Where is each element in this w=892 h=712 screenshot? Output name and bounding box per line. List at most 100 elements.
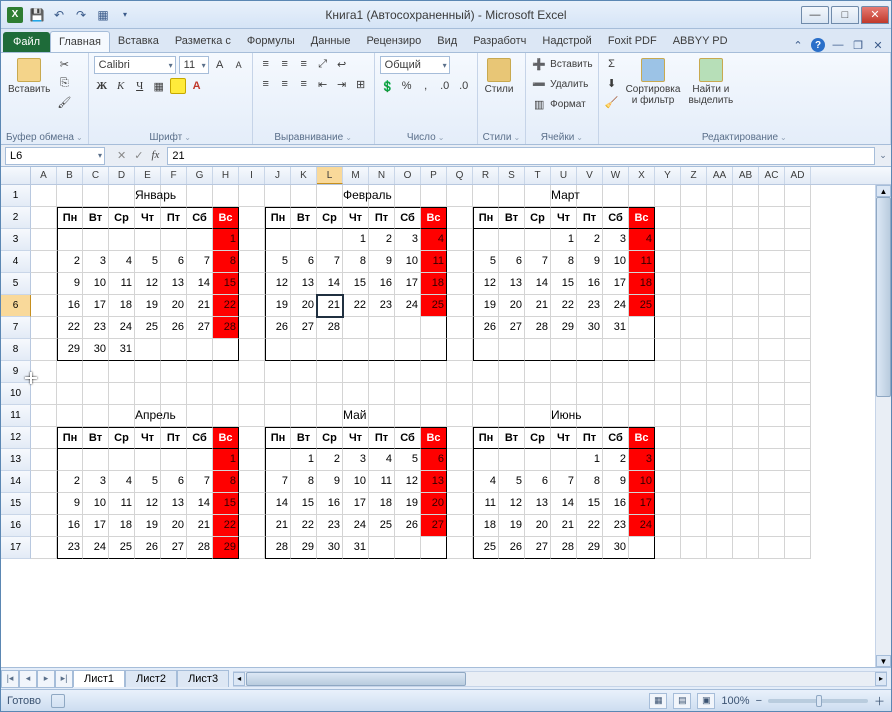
ribbon-tab[interactable]: Вид: [429, 31, 465, 52]
column-header[interactable]: H: [213, 167, 239, 184]
select-all-corner[interactable]: [1, 167, 31, 184]
cell[interactable]: Вт: [291, 427, 317, 449]
cell[interactable]: 18: [109, 515, 135, 537]
cell[interactable]: Сб: [187, 207, 213, 229]
cell[interactable]: 7: [265, 471, 291, 493]
cell[interactable]: 1: [213, 449, 239, 471]
cell[interactable]: [473, 185, 499, 207]
cell[interactable]: 13: [291, 273, 317, 295]
cell[interactable]: 6: [161, 251, 187, 273]
cell[interactable]: [733, 317, 759, 339]
cell[interactable]: [655, 361, 681, 383]
cell[interactable]: Май: [343, 405, 369, 427]
cell[interactable]: [265, 361, 291, 383]
cell[interactable]: 17: [395, 273, 421, 295]
cell[interactable]: [421, 339, 447, 361]
cell[interactable]: [447, 185, 473, 207]
cell[interactable]: 6: [291, 251, 317, 273]
bold-button[interactable]: Ж: [94, 78, 110, 94]
cell[interactable]: [369, 317, 395, 339]
cell[interactable]: 19: [499, 515, 525, 537]
cell[interactable]: 12: [499, 493, 525, 515]
cell[interactable]: 21: [187, 295, 213, 317]
row-header[interactable]: 14: [1, 471, 31, 493]
cell[interactable]: Вт: [499, 207, 525, 229]
cell[interactable]: [265, 339, 291, 361]
cell[interactable]: 5: [473, 251, 499, 273]
cell[interactable]: [681, 427, 707, 449]
cell[interactable]: [239, 537, 265, 559]
font-size-combo[interactable]: 11: [179, 56, 209, 74]
cell[interactable]: [733, 251, 759, 273]
cell[interactable]: [473, 361, 499, 383]
cell[interactable]: 31: [343, 537, 369, 559]
cell[interactable]: [759, 295, 785, 317]
vscroll-thumb[interactable]: [876, 197, 891, 397]
cell[interactable]: [31, 295, 57, 317]
cell[interactable]: [655, 449, 681, 471]
cell[interactable]: 25: [629, 295, 655, 317]
cell[interactable]: 23: [57, 537, 83, 559]
cell[interactable]: Чт: [343, 427, 369, 449]
cell[interactable]: [109, 383, 135, 405]
cell[interactable]: [109, 449, 135, 471]
cell[interactable]: [655, 273, 681, 295]
sheet-tab[interactable]: Лист1: [73, 670, 125, 687]
delete-cells-label[interactable]: Удалить: [550, 79, 588, 90]
cell[interactable]: 29: [291, 537, 317, 559]
column-header[interactable]: W: [603, 167, 629, 184]
spreadsheet-grid[interactable]: ABCDEFGHIJKLMNOPQRSTUVWXYZAAABACAD 1Янва…: [1, 167, 891, 667]
cell[interactable]: 21: [551, 515, 577, 537]
cell[interactable]: 8: [213, 251, 239, 273]
cell[interactable]: [733, 537, 759, 559]
cell[interactable]: Ср: [317, 427, 343, 449]
zoom-out-icon[interactable]: −: [756, 695, 762, 707]
cell[interactable]: 26: [265, 317, 291, 339]
column-header[interactable]: I: [239, 167, 265, 184]
cell[interactable]: [83, 383, 109, 405]
cell[interactable]: 7: [187, 251, 213, 273]
cell[interactable]: [395, 361, 421, 383]
cell[interactable]: [31, 317, 57, 339]
cell[interactable]: 29: [57, 339, 83, 361]
qat-dropdown-icon[interactable]: ▾: [117, 7, 133, 23]
cell[interactable]: [31, 515, 57, 537]
cell[interactable]: [681, 361, 707, 383]
cell[interactable]: 23: [577, 295, 603, 317]
cell[interactable]: [655, 251, 681, 273]
cell[interactable]: 2: [369, 229, 395, 251]
cell[interactable]: [733, 295, 759, 317]
cell[interactable]: [239, 361, 265, 383]
cell[interactable]: [759, 537, 785, 559]
cell[interactable]: 8: [291, 471, 317, 493]
column-header[interactable]: C: [83, 167, 109, 184]
ribbon-tab[interactable]: Рецензиро: [359, 31, 430, 52]
cell[interactable]: 16: [57, 295, 83, 317]
cell[interactable]: 8: [343, 251, 369, 273]
cell[interactable]: [785, 515, 811, 537]
cell[interactable]: [343, 383, 369, 405]
row-header[interactable]: 13: [1, 449, 31, 471]
cell[interactable]: [291, 339, 317, 361]
cell[interactable]: 19: [395, 493, 421, 515]
cell[interactable]: [421, 361, 447, 383]
cell[interactable]: [707, 405, 733, 427]
cell[interactable]: 6: [525, 471, 551, 493]
cell[interactable]: 14: [551, 493, 577, 515]
cell[interactable]: 24: [395, 295, 421, 317]
cell[interactable]: [291, 361, 317, 383]
cell[interactable]: [499, 339, 525, 361]
cell[interactable]: [681, 537, 707, 559]
cell[interactable]: [655, 405, 681, 427]
column-header[interactable]: E: [135, 167, 161, 184]
cell[interactable]: 13: [499, 273, 525, 295]
cell[interactable]: [733, 229, 759, 251]
cell[interactable]: [57, 361, 83, 383]
cell[interactable]: 17: [83, 515, 109, 537]
cell[interactable]: [57, 229, 83, 251]
cell[interactable]: [681, 383, 707, 405]
cell[interactable]: [395, 339, 421, 361]
cell[interactable]: 27: [187, 317, 213, 339]
cell[interactable]: 27: [499, 317, 525, 339]
cell[interactable]: [655, 427, 681, 449]
